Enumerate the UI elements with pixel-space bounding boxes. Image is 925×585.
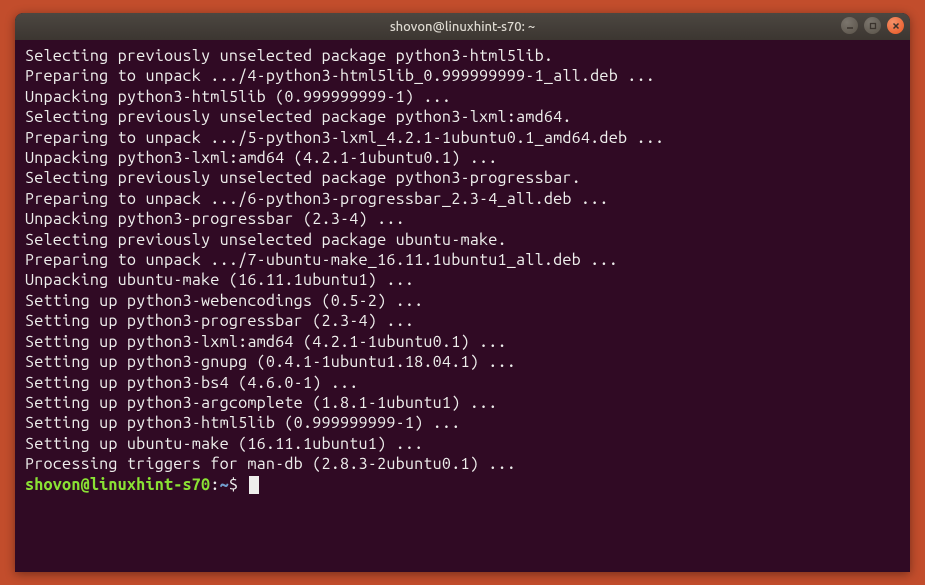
output-line: Setting up python3-bs4 (4.6.0-1) ... [25, 373, 900, 393]
output-line: Unpacking python3-lxml:amd64 (4.2.1-1ubu… [25, 148, 900, 168]
terminal-window: shovon@linuxhint-s70: ~ Selecting previo… [15, 13, 910, 572]
output-line: Setting up python3-gnupg (0.4.1-1ubuntu1… [25, 352, 900, 372]
window-title: shovon@linuxhint-s70: ~ [390, 20, 535, 34]
output-line: Preparing to unpack .../5-python3-lxml_4… [25, 128, 900, 148]
output-line: Selecting previously unselected package … [25, 46, 900, 66]
output-line: Unpacking python3-progressbar (2.3-4) ..… [25, 209, 900, 229]
close-button[interactable] [887, 17, 904, 34]
output-line: Setting up ubuntu-make (16.11.1ubuntu1) … [25, 434, 900, 454]
prompt-user-host: shovon@linuxhint-s70 [25, 476, 210, 494]
output-line: Setting up python3-progressbar (2.3-4) .… [25, 311, 900, 331]
prompt-colon: : [210, 476, 219, 494]
minimize-button[interactable] [841, 17, 858, 34]
output-line: Unpacking python3-html5lib (0.999999999-… [25, 87, 900, 107]
output-line: Preparing to unpack .../4-python3-html5l… [25, 66, 900, 86]
cursor [249, 476, 259, 494]
output-line: Setting up python3-html5lib (0.999999999… [25, 413, 900, 433]
output-line: Setting up python3-webencodings (0.5-2) … [25, 291, 900, 311]
window-controls [841, 17, 904, 34]
output-line: Setting up python3-argcomplete (1.8.1-1u… [25, 393, 900, 413]
output-line: Processing triggers for man-db (2.8.3-2u… [25, 454, 900, 474]
maximize-button[interactable] [864, 17, 881, 34]
titlebar: shovon@linuxhint-s70: ~ [15, 13, 910, 40]
terminal-content[interactable]: Selecting previously unselected package … [15, 40, 910, 503]
prompt-dollar: $ [229, 476, 238, 494]
output-line: Preparing to unpack .../7-ubuntu-make_16… [25, 250, 900, 270]
output-line: Setting up python3-lxml:amd64 (4.2.1-1ub… [25, 332, 900, 352]
output-line: Preparing to unpack .../6-python3-progre… [25, 189, 900, 209]
output-line: Selecting previously unselected package … [25, 107, 900, 127]
output-line: Selecting previously unselected package … [25, 168, 900, 188]
prompt-line: shovon@linuxhint-s70:~$ [25, 475, 900, 495]
prompt-path: ~ [220, 476, 229, 494]
output-line: Unpacking ubuntu-make (16.11.1ubuntu1) .… [25, 270, 900, 290]
output-line: Selecting previously unselected package … [25, 230, 900, 250]
